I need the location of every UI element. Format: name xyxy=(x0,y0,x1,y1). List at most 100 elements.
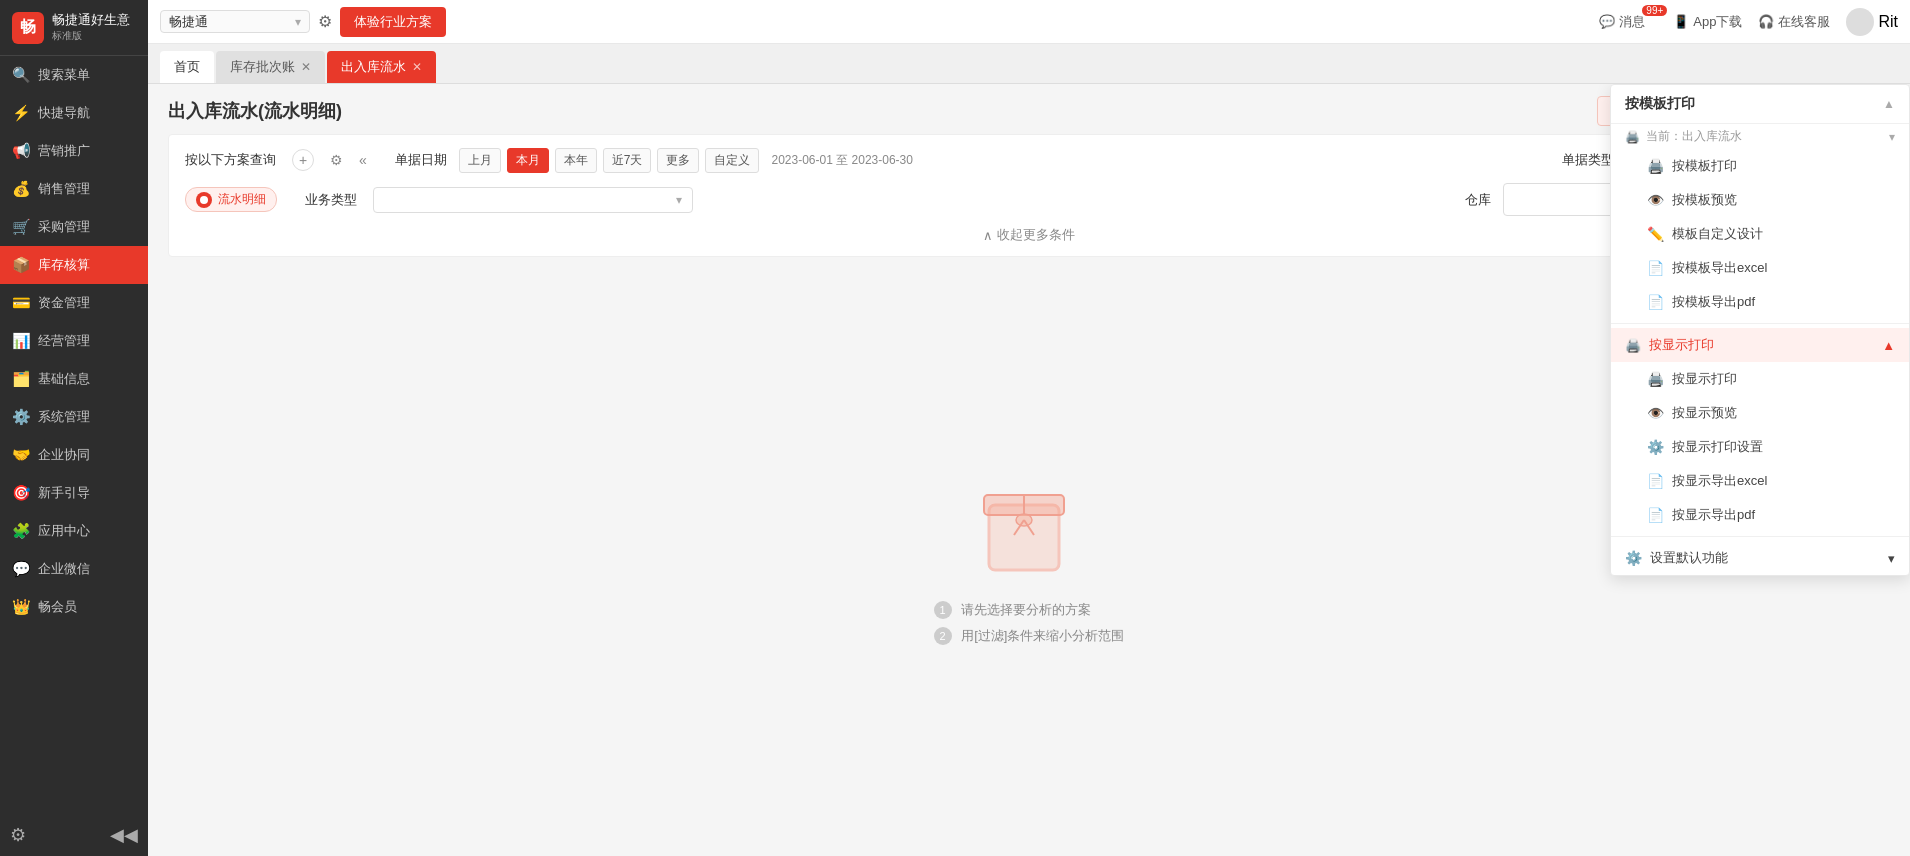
app-download-icon: 📱 xyxy=(1673,14,1689,29)
sidebar-bottom: ⚙ ◀◀ xyxy=(0,814,148,856)
filter-collapse-icon[interactable]: « xyxy=(359,152,367,168)
svg-point-0 xyxy=(200,196,208,204)
sidebar-item-member[interactable]: 👑 畅会员 xyxy=(0,588,148,626)
dropdown-item-display-excel[interactable]: 📄 按显示导出excel xyxy=(1611,464,1909,498)
flow-detail-tag[interactable]: 流水明细 xyxy=(185,187,277,212)
topbar-app-label: App下载 xyxy=(1693,13,1742,31)
sidebar-item-label: 搜索菜单 xyxy=(38,66,90,84)
sidebar-item-apps[interactable]: 🧩 应用中心 xyxy=(0,512,148,550)
template-print-label: 按模板打印 xyxy=(1672,157,1737,175)
sidebar-item-guide[interactable]: 🎯 新手引导 xyxy=(0,474,148,512)
sidebar-item-sales[interactable]: 💰 销售管理 xyxy=(0,170,148,208)
dropdown-item-template-pdf[interactable]: 📄 按模板导出pdf xyxy=(1611,285,1909,319)
dropdown-item-default[interactable]: ⚙️ 设置默认功能 ▾ xyxy=(1611,541,1909,575)
sidebar-item-system[interactable]: ⚙️ 系统管理 xyxy=(0,398,148,436)
sidebar-item-operation[interactable]: 📊 经营管理 xyxy=(0,322,148,360)
filter-gear-icon[interactable]: ⚙ xyxy=(330,152,343,168)
sidebar-logo: 畅 畅捷通好生意 标准版 xyxy=(0,0,148,56)
dropdown-item-display-settings[interactable]: ⚙️ 按显示打印设置 xyxy=(1611,430,1909,464)
date-btn-last-month[interactable]: 上月 xyxy=(459,148,501,173)
dropdown-item-display-preview[interactable]: 👁️ 按显示预览 xyxy=(1611,396,1909,430)
user-menu[interactable]: Rit xyxy=(1846,8,1898,36)
purchase-icon: 🛒 xyxy=(12,218,30,236)
sidebar-item-purchase[interactable]: 🛒 采购管理 xyxy=(0,208,148,246)
sidebar-item-label: 企业微信 xyxy=(38,560,90,578)
main-area: ▾ ⚙ 体验行业方案 💬 消息 99+ 📱 App下载 🎧 在线客服 Rit xyxy=(148,0,1910,856)
sidebar-item-basic[interactable]: 🗂️ 基础信息 xyxy=(0,360,148,398)
template-pdf-icon: 📄 xyxy=(1647,294,1664,310)
display-preview-label: 按显示预览 xyxy=(1672,404,1737,422)
tab-home[interactable]: 首页 xyxy=(160,51,214,83)
dropdown-section-display[interactable]: 🖨️ 按显示打印 ▲ xyxy=(1611,328,1909,362)
message-button[interactable]: 💬 消息 99+ xyxy=(1599,13,1657,31)
sidebar-item-label: 新手引导 xyxy=(38,484,90,502)
settings-icon[interactable]: ⚙ xyxy=(10,824,26,846)
quick-nav-icon: ⚡ xyxy=(12,104,30,122)
dropdown-item-template-excel[interactable]: 📄 按模板导出excel xyxy=(1611,251,1909,285)
dropdown-item-display-pdf[interactable]: 📄 按显示导出pdf xyxy=(1611,498,1909,532)
industry-solution-button[interactable]: 体验行业方案 xyxy=(340,7,446,37)
sidebar-item-marketing[interactable]: 📢 营销推广 xyxy=(0,132,148,170)
topbar-input-wrap[interactable]: ▾ xyxy=(160,10,310,33)
template-preview-label: 按模板预览 xyxy=(1672,191,1737,209)
dropdown-item-template-preview[interactable]: 👁️ 按模板预览 xyxy=(1611,183,1909,217)
warehouse-label: 仓库 xyxy=(1465,191,1491,209)
inventory-icon: 📦 xyxy=(12,256,30,274)
sidebar-item-cooperation[interactable]: 🤝 企业协同 xyxy=(0,436,148,474)
sidebar-item-label: 资金管理 xyxy=(38,294,90,312)
topbar: ▾ ⚙ 体验行业方案 💬 消息 99+ 📱 App下载 🎧 在线客服 Rit xyxy=(148,0,1910,44)
dropdown-current-expand-icon[interactable]: ▾ xyxy=(1889,130,1895,144)
sidebar-item-quick-nav[interactable]: ⚡ 快捷导航 xyxy=(0,94,148,132)
sidebar-item-inventory[interactable]: 📦 库存核算 xyxy=(0,246,148,284)
app-download-button[interactable]: 📱 App下载 xyxy=(1673,13,1742,31)
filter-add-button[interactable]: + xyxy=(292,149,314,171)
template-pdf-label: 按模板导出pdf xyxy=(1672,293,1755,311)
content-area: 出入库流水(流水明细) 🖨️ 按模板打印 ▲ 📤 导出 🔄 刷新 ✕ ⛶ xyxy=(148,84,1910,856)
dropdown-item-template-print[interactable]: 🖨️ 按模板打印 xyxy=(1611,149,1909,183)
date-btn-custom[interactable]: 自定义 xyxy=(705,148,759,173)
date-filters: 上月 本月 本年 近7天 更多 自定义 2023-06-01 至 2023-06… xyxy=(459,148,913,173)
doc-type-label: 单据类型 xyxy=(1562,151,1614,169)
display-settings-label: 按显示打印设置 xyxy=(1672,438,1763,456)
topbar-gear-icon[interactable]: ⚙ xyxy=(318,12,332,31)
dropdown-item-display-print[interactable]: 🖨️ 按显示打印 xyxy=(1611,362,1909,396)
display-pdf-label: 按显示导出pdf xyxy=(1672,506,1755,524)
date-btn-more[interactable]: 更多 xyxy=(657,148,699,173)
template-excel-label: 按模板导出excel xyxy=(1672,259,1767,277)
biz-type-select[interactable]: ▾ xyxy=(373,187,693,213)
dropdown-current-icon: 🖨️ xyxy=(1625,130,1640,144)
filter-scheme-label: 按以下方案查询 xyxy=(185,151,276,169)
sidebar-item-finance[interactable]: 💳 资金管理 xyxy=(0,284,148,322)
search-icon: 🔍 xyxy=(12,66,30,84)
sidebar-item-label: 基础信息 xyxy=(38,370,90,388)
print-dropdown-panel: 按模板打印 ▲ 🖨️ 当前：出入库流水 ▾ 🖨️ 按模板打印 👁️ 按模板预览 … xyxy=(1610,84,1910,576)
basic-icon: 🗂️ xyxy=(12,370,30,388)
wechat-icon: 💬 xyxy=(12,560,30,578)
template-custom-label: 模板自定义设计 xyxy=(1672,225,1763,243)
tab-flow[interactable]: 出入库流水 ✕ xyxy=(327,51,436,83)
date-filter-label: 单据日期 xyxy=(395,151,447,169)
online-service-button[interactable]: 🎧 在线客服 xyxy=(1758,13,1830,31)
template-preview-icon: 👁️ xyxy=(1647,192,1664,208)
collapse-more-button[interactable]: ∧ 收起更多条件 xyxy=(983,226,1075,244)
guide-icon: 🎯 xyxy=(12,484,30,502)
tab-flow-close-icon[interactable]: ✕ xyxy=(412,60,422,74)
logo-sub: 标准版 xyxy=(52,29,130,43)
apps-icon: 🧩 xyxy=(12,522,30,540)
topbar-service-label: 在线客服 xyxy=(1778,13,1830,31)
date-btn-this-year[interactable]: 本年 xyxy=(555,148,597,173)
date-btn-7days[interactable]: 近7天 xyxy=(603,148,652,173)
topbar-search-input[interactable] xyxy=(169,14,289,29)
sidebar-item-search[interactable]: 🔍 搜索菜单 xyxy=(0,56,148,94)
logo-text: 畅捷通好生意 xyxy=(52,12,130,29)
date-btn-this-month[interactable]: 本月 xyxy=(507,148,549,173)
sidebar-item-wechat[interactable]: 💬 企业微信 xyxy=(0,550,148,588)
tab-batch-account-close-icon[interactable]: ✕ xyxy=(301,60,311,74)
dropdown-item-template-custom[interactable]: ✏️ 模板自定义设计 xyxy=(1611,217,1909,251)
collapse-sidebar-icon[interactable]: ◀◀ xyxy=(110,824,138,846)
tab-bar: 首页 库存批次账 ✕ 出入库流水 ✕ xyxy=(148,44,1910,84)
dropdown-chevron-icon[interactable]: ▲ xyxy=(1883,97,1895,111)
tab-batch-account[interactable]: 库存批次账 ✕ xyxy=(216,51,325,83)
default-label: 设置默认功能 xyxy=(1650,549,1728,567)
display-excel-icon: 📄 xyxy=(1647,473,1664,489)
